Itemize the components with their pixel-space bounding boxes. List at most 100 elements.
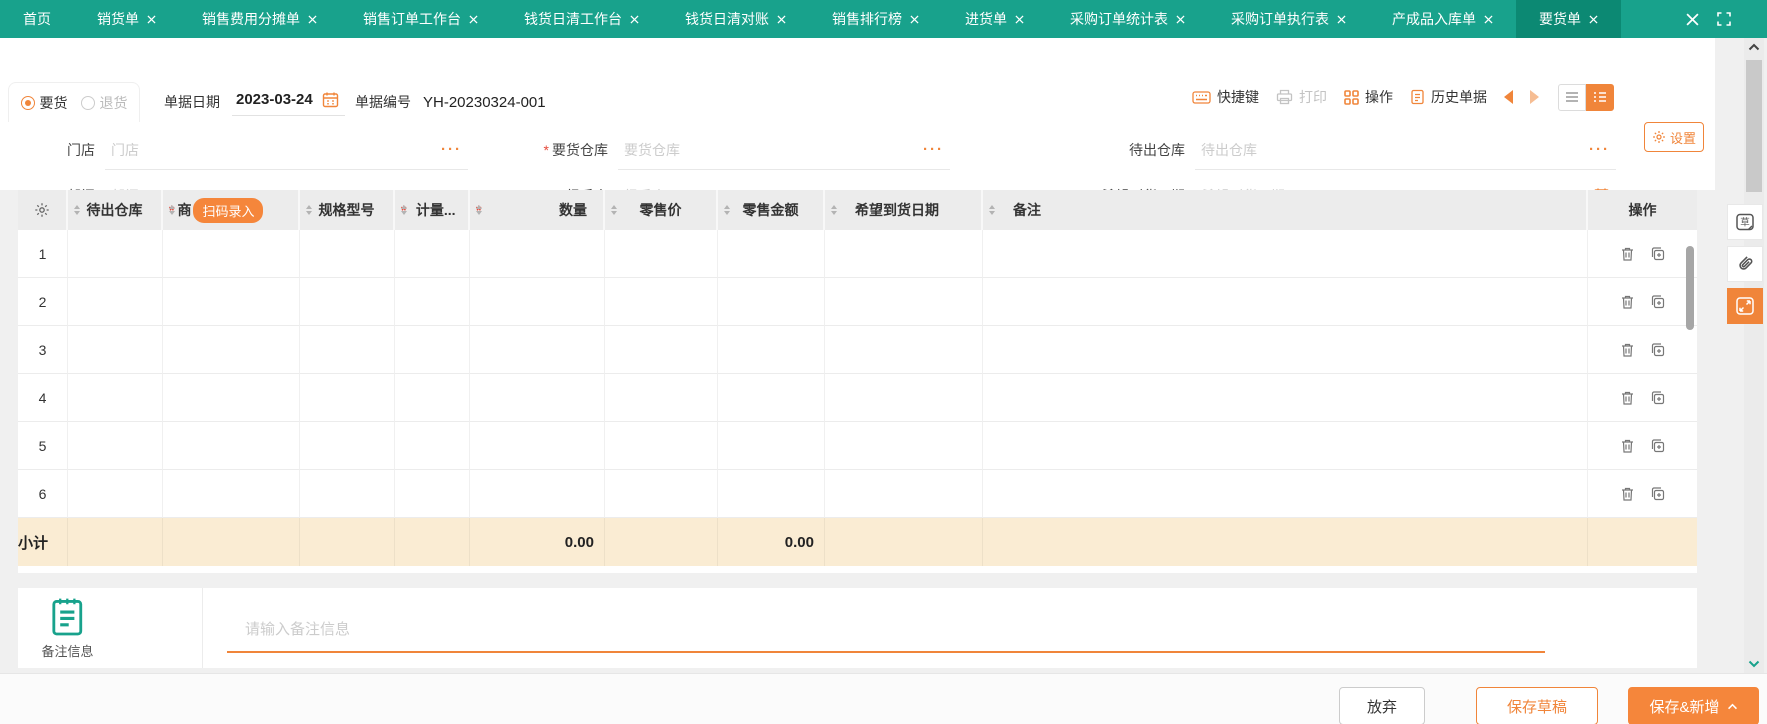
- table-cell[interactable]: [983, 374, 1588, 422]
- operate-button[interactable]: 操作: [1344, 87, 1393, 107]
- table-cell[interactable]: [983, 326, 1588, 374]
- table-cell[interactable]: [605, 326, 718, 374]
- table-cell[interactable]: [163, 326, 300, 374]
- sort-icon[interactable]: [476, 205, 482, 215]
- copy-row-icon[interactable]: [1649, 390, 1665, 406]
- table-cell[interactable]: [470, 470, 605, 518]
- shortcut-keys-button[interactable]: 快捷键: [1192, 87, 1259, 107]
- tab-close-icon[interactable]: [1337, 14, 1346, 24]
- column-header-product[interactable]: *商品扫码录入: [163, 190, 300, 230]
- tab-close-icon[interactable]: [910, 14, 919, 24]
- tab-销售订单工作台[interactable]: 销售订单工作台: [340, 0, 501, 38]
- list-view-toggle[interactable]: [1558, 83, 1586, 111]
- sort-icon[interactable]: [611, 205, 617, 215]
- table-cell[interactable]: [470, 230, 605, 278]
- tab-销货单[interactable]: 销货单: [74, 0, 179, 38]
- table-cell[interactable]: [300, 470, 395, 518]
- radio-require-goods[interactable]: 要货: [20, 93, 68, 113]
- table-cell[interactable]: [605, 278, 718, 326]
- tab-进货单[interactable]: 进货单: [942, 0, 1047, 38]
- request-warehouse-picker-icon[interactable]: ···: [923, 141, 944, 158]
- table-cell[interactable]: [470, 374, 605, 422]
- calendar-icon[interactable]: [322, 91, 339, 108]
- table-cell[interactable]: [983, 422, 1588, 470]
- table-cell[interactable]: [605, 374, 718, 422]
- table-cell[interactable]: [68, 422, 163, 470]
- close-all-tabs-icon[interactable]: [1686, 12, 1699, 26]
- tab-首页[interactable]: 首页: [0, 0, 74, 38]
- table-cell[interactable]: [718, 278, 825, 326]
- document-date-input[interactable]: 2023-03-24: [232, 89, 345, 116]
- copy-row-icon[interactable]: [1649, 486, 1665, 502]
- table-cell[interactable]: [605, 422, 718, 470]
- table-cell[interactable]: [825, 326, 983, 374]
- next-document-icon[interactable]: [1530, 90, 1539, 104]
- page-scrollbar[interactable]: [1744, 38, 1764, 674]
- settings-button[interactable]: 设置: [1644, 122, 1704, 152]
- copy-row-icon[interactable]: [1649, 342, 1665, 358]
- table-cell[interactable]: [718, 326, 825, 374]
- sort-icon[interactable]: [74, 205, 80, 215]
- expand-table-button[interactable]: [1727, 288, 1763, 324]
- table-cell[interactable]: [300, 230, 395, 278]
- history-documents-button[interactable]: 历史单据: [1410, 87, 1487, 107]
- tab-close-icon[interactable]: [777, 14, 786, 24]
- delete-row-icon[interactable]: [1620, 342, 1635, 358]
- save-draft-button[interactable]: 保存草稿: [1476, 687, 1598, 724]
- tab-close-icon[interactable]: [1015, 14, 1024, 24]
- tab-close-icon[interactable]: [630, 14, 639, 24]
- table-cell[interactable]: [163, 230, 300, 278]
- tab-销售排行榜[interactable]: 销售排行榜: [809, 0, 942, 38]
- table-cell[interactable]: [718, 230, 825, 278]
- column-header-retail-amount[interactable]: 零售金额: [718, 190, 825, 230]
- tab-钱货日清对账[interactable]: 钱货日清对账: [662, 0, 809, 38]
- table-cell[interactable]: [395, 278, 470, 326]
- table-cell[interactable]: [983, 230, 1588, 278]
- tab-产成品入库单[interactable]: 产成品入库单: [1369, 0, 1516, 38]
- sort-icon[interactable]: [306, 205, 312, 215]
- sort-icon[interactable]: [401, 205, 407, 215]
- scan-entry-badge[interactable]: 扫码录入: [193, 197, 264, 223]
- table-cell[interactable]: [68, 230, 163, 278]
- column-header-quantity[interactable]: * 数量: [470, 190, 605, 230]
- remark-input[interactable]: 请输入备注信息: [227, 618, 1545, 653]
- column-header-retail-price[interactable]: 零售价: [605, 190, 718, 230]
- out-warehouse-input[interactable]: 待出仓库 ···: [1195, 130, 1616, 170]
- column-header-remark[interactable]: 备注: [983, 190, 1588, 230]
- tab-close-icon[interactable]: [1176, 14, 1185, 24]
- copy-row-icon[interactable]: [1649, 438, 1665, 454]
- tab-采购订单执行表[interactable]: 采购订单执行表: [1208, 0, 1369, 38]
- table-cell[interactable]: [825, 374, 983, 422]
- table-cell[interactable]: [395, 374, 470, 422]
- tab-close-icon[interactable]: [1484, 14, 1493, 24]
- tab-close-icon[interactable]: [308, 14, 317, 24]
- tab-close-icon[interactable]: [1589, 14, 1598, 24]
- column-header-unit[interactable]: * 计量...: [395, 190, 470, 230]
- sort-icon[interactable]: [989, 205, 995, 215]
- column-header-out-warehouse[interactable]: 待出仓库: [68, 190, 163, 230]
- sort-icon[interactable]: [831, 205, 837, 215]
- table-cell[interactable]: [68, 470, 163, 518]
- tab-要货单[interactable]: 要货单: [1516, 0, 1621, 38]
- tab-钱货日清工作台[interactable]: 钱货日清工作台: [501, 0, 662, 38]
- request-warehouse-input[interactable]: 要货仓库 ···: [618, 130, 950, 170]
- tab-close-icon[interactable]: [147, 14, 156, 24]
- save-and-new-button[interactable]: 保存&新增: [1628, 687, 1759, 724]
- table-cell[interactable]: [470, 422, 605, 470]
- discard-button[interactable]: 放弃: [1339, 687, 1425, 724]
- table-cell[interactable]: [605, 470, 718, 518]
- draft-note-button[interactable]: 草: [1727, 204, 1763, 240]
- table-cell[interactable]: [470, 326, 605, 374]
- table-scrollbar-thumb[interactable]: [1686, 246, 1694, 330]
- table-cell[interactable]: [718, 374, 825, 422]
- attachment-button[interactable]: [1727, 246, 1763, 282]
- table-cell[interactable]: [163, 422, 300, 470]
- delete-row-icon[interactable]: [1620, 246, 1635, 262]
- table-cell[interactable]: [300, 326, 395, 374]
- scroll-down-icon[interactable]: [1744, 660, 1764, 668]
- tab-close-icon[interactable]: [469, 14, 478, 24]
- page-scrollbar-thumb[interactable]: [1746, 60, 1762, 192]
- prev-document-icon[interactable]: [1504, 90, 1513, 104]
- table-cell[interactable]: [300, 278, 395, 326]
- sort-icon[interactable]: [724, 205, 730, 215]
